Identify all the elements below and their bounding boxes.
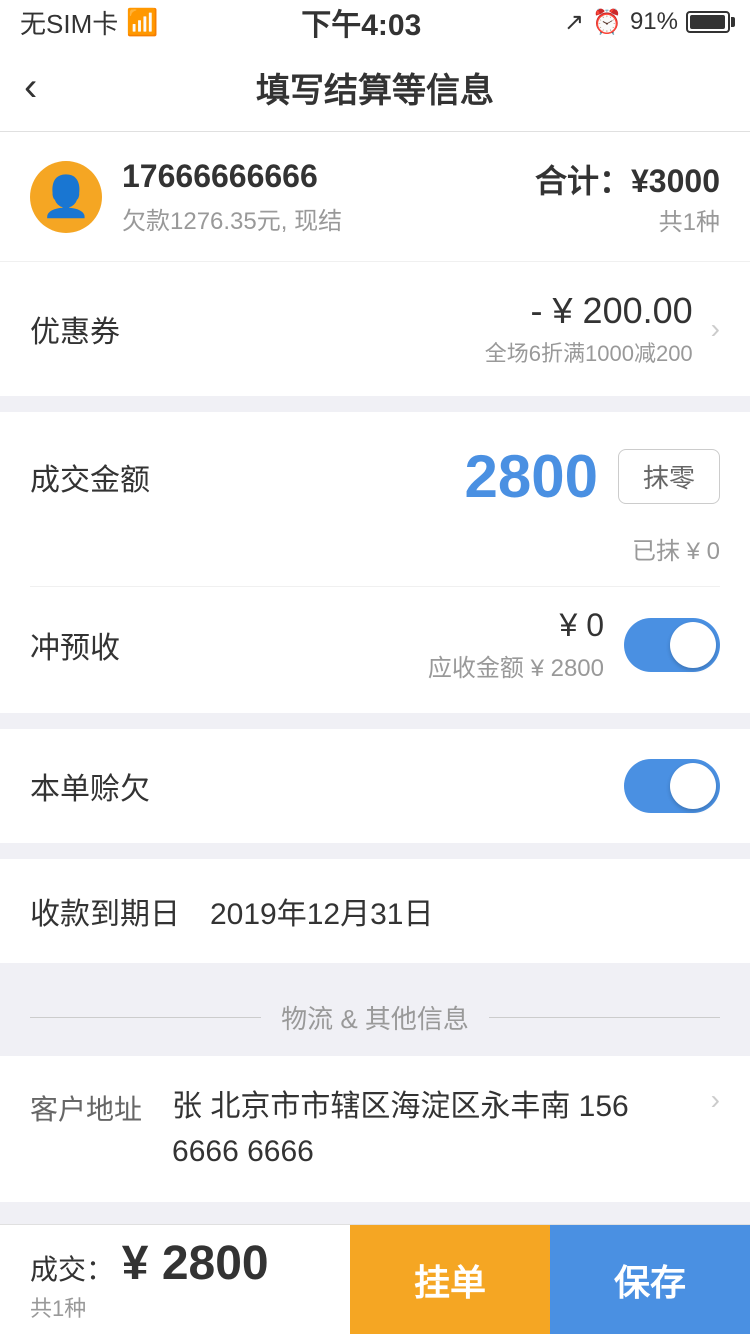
coupon-row[interactable]: 优惠券 - ¥ 200.00 全场6折满1000减200 › — [0, 261, 750, 396]
bottom-summary: 成交： ¥ 2800 共1种 — [0, 1236, 350, 1323]
coupon-right: - ¥ 200.00 全场6折满1000减200 › — [485, 290, 720, 368]
wifi-icon: 📶 — [126, 7, 158, 38]
toggle-knob — [670, 622, 716, 668]
nav-bar: ‹ 填写结算等信息 — [0, 44, 750, 132]
address-content: 张 北京市市辖区海淀区永丰南 156 6666 6666 — [172, 1084, 703, 1174]
chevron-right-icon: › — [711, 313, 720, 345]
battery-text: 91% — [630, 8, 678, 36]
status-bar: 无SIM卡 📶 下午4:03 ↗ ⏰ 91% — [0, 0, 750, 44]
user-info: 17666666666 欠款1276.35元, 现结 — [122, 158, 342, 236]
bottom-deal-row: 成交： ¥ 2800 — [30, 1236, 320, 1291]
deal-right: 2800 抹零 — [465, 442, 721, 511]
prepay-receivable: 应收金额 ¥ 2800 — [428, 648, 604, 683]
bottom-count: 共1种 — [30, 1291, 320, 1323]
location-icon: ↗ — [564, 8, 584, 37]
page-title: 填写结算等信息 — [256, 63, 494, 112]
coupon-values: - ¥ 200.00 全场6折满1000减200 — [485, 290, 693, 368]
user-right: 合计：¥3000 共1种 — [535, 156, 720, 237]
user-phone: 17666666666 — [122, 158, 342, 195]
avatar: 👤 — [30, 161, 102, 233]
user-debt: 欠款1276.35元, 现结 — [122, 201, 342, 236]
duedate-label: 收款到期日 — [30, 889, 180, 933]
deal-amount: 2800 — [465, 442, 598, 511]
debt-toggle-knob — [670, 763, 716, 809]
duedate-value: 2019年12月31日 — [210, 889, 433, 933]
debt-section: 本单赊欠 — [0, 729, 750, 843]
deal-section: 成交金额 2800 抹零 已抹 ¥ 0 冲预收 ¥ 0 应收金额 ¥ 2800 — [0, 412, 750, 713]
deal-label: 成交金额 — [30, 455, 150, 499]
bottom-deal-label: 成交： — [30, 1254, 114, 1285]
logistics-label: 物流 & 其他信息 — [281, 999, 469, 1036]
bottom-deal-amount: ¥ 2800 — [122, 1237, 269, 1290]
duedate-row: 收款到期日 2019年12月31日 — [30, 889, 720, 933]
user-left: 👤 17666666666 欠款1276.35元, 现结 — [30, 158, 342, 236]
prepay-right: ¥ 0 应收金额 ¥ 2800 — [428, 607, 720, 683]
deal-sub-text: 已抹 ¥ 0 — [632, 538, 720, 565]
alarm-icon: ⏰ — [592, 8, 622, 37]
status-right: ↗ ⏰ 91% — [564, 8, 730, 37]
user-card: 👤 17666666666 欠款1276.35元, 现结 合计：¥3000 共1… — [0, 132, 750, 396]
prepay-amount: ¥ 0 — [428, 607, 604, 644]
duedate-section: 收款到期日 2019年12月31日 — [0, 859, 750, 963]
address-chevron-icon: › — [711, 1084, 720, 1116]
prepay-row: 冲预收 ¥ 0 应收金额 ¥ 2800 — [30, 586, 720, 683]
bottom-bar: 成交： ¥ 2800 共1种 挂单 保存 — [0, 1224, 750, 1334]
carrier-text: 无SIM卡 — [20, 4, 118, 41]
divider-line-left — [30, 1017, 261, 1018]
address-label: 客户地址 — [30, 1088, 142, 1128]
battery-icon — [686, 11, 730, 33]
address-section[interactable]: 客户地址 张 北京市市辖区海淀区永丰南 156 6666 6666 › — [0, 1056, 750, 1202]
prepay-amounts: ¥ 0 应收金额 ¥ 2800 — [428, 607, 604, 683]
divider-line-right — [489, 1017, 720, 1018]
deal-row: 成交金额 2800 抹零 — [30, 442, 720, 511]
status-left: 无SIM卡 📶 — [20, 4, 159, 41]
debt-label: 本单赊欠 — [30, 764, 150, 808]
address-text: 张 北京市市辖区海淀区永丰南 156 6666 6666 — [172, 1090, 629, 1168]
coupon-amount: - ¥ 200.00 — [485, 290, 693, 332]
status-time: 下午4:03 — [301, 0, 421, 44]
prepay-label: 冲预收 — [30, 623, 120, 667]
content-area: 👤 17666666666 欠款1276.35元, 现结 合计：¥3000 共1… — [0, 132, 750, 1322]
user-row: 👤 17666666666 欠款1276.35元, 现结 合计：¥3000 共1… — [0, 132, 750, 261]
prepay-toggle[interactable] — [624, 618, 720, 672]
pending-button[interactable]: 挂单 — [350, 1225, 550, 1334]
debt-toggle[interactable] — [624, 759, 720, 813]
logistics-divider: 物流 & 其他信息 — [0, 979, 750, 1056]
user-count: 共1种 — [535, 202, 720, 237]
user-total: 合计：¥3000 — [535, 156, 720, 202]
coupon-label: 优惠券 — [30, 307, 120, 351]
back-button[interactable]: ‹ — [24, 65, 37, 110]
coupon-desc: 全场6折满1000减200 — [485, 336, 693, 368]
save-button[interactable]: 保存 — [550, 1225, 750, 1334]
round-button[interactable]: 抹零 — [618, 449, 720, 504]
